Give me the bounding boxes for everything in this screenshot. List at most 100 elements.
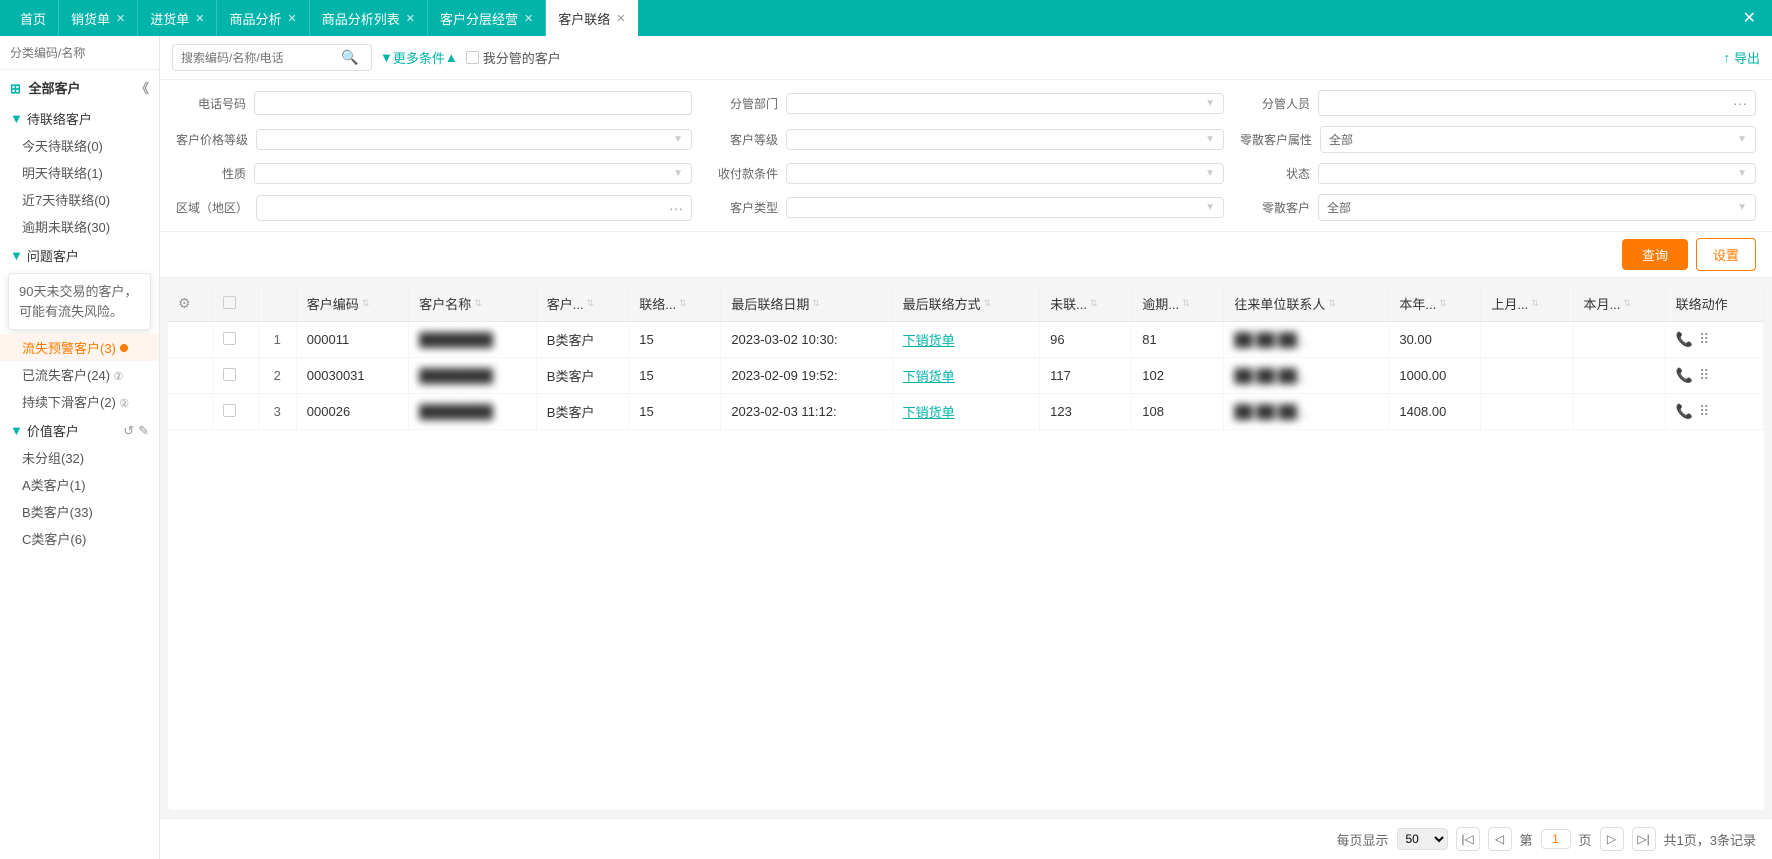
col-last-month[interactable]: 上月... ⇅ xyxy=(1481,286,1573,322)
col-code[interactable]: 客户编码 ⇅ xyxy=(296,286,409,322)
tab-purchase[interactable]: 进货单 ✕ xyxy=(138,0,217,36)
value-edit-icon[interactable]: ↺ xyxy=(123,423,134,439)
collapse-icon[interactable]: 《 xyxy=(136,78,149,97)
filter-region-select[interactable]: ··· xyxy=(256,195,692,221)
col-uncontacted[interactable]: 未联... ⇅ xyxy=(1040,286,1132,322)
filter-status-select[interactable]: ▼ xyxy=(1318,163,1756,184)
col-overdue[interactable]: 逾期... ⇅ xyxy=(1132,286,1224,322)
region-ellipsis[interactable]: ··· xyxy=(669,200,683,216)
per-page-select[interactable]: 50 20 100 xyxy=(1397,828,1448,850)
manager-ellipsis[interactable]: ··· xyxy=(1733,95,1747,111)
action-more-icon[interactable]: ⠿ xyxy=(1699,331,1709,348)
filter-phone-input[interactable] xyxy=(254,91,692,115)
next-page-button[interactable]: ▷ xyxy=(1600,827,1624,851)
tab-purchase-close[interactable]: ✕ xyxy=(195,12,204,25)
row-checkbox-0[interactable] xyxy=(223,332,236,345)
export-button[interactable]: ↑ 导出 xyxy=(1723,48,1760,67)
sidebar-section-pending[interactable]: ▼ 待联络客户 xyxy=(0,103,159,132)
last-page-button[interactable]: ▷| xyxy=(1632,827,1656,851)
tab-home[interactable]: 首页 xyxy=(8,0,59,36)
action-phone-icon[interactable]: 📞 xyxy=(1676,403,1693,420)
filter-retail-customer: 零散客户 全部 ▼ xyxy=(1240,194,1756,221)
filter-manager-select[interactable]: ··· xyxy=(1318,90,1756,116)
sidebar-item-churned[interactable]: 已流失客户(24) ② xyxy=(0,361,159,388)
header-checkbox[interactable] xyxy=(223,296,236,309)
filter-customer-type: 客户类型 ▼ xyxy=(708,194,1224,221)
sidebar-item-ungrouped[interactable]: 未分组(32) xyxy=(0,444,159,471)
col-checkbox xyxy=(213,286,259,322)
settings-button[interactable]: 设置 xyxy=(1696,238,1756,271)
prev-page-button[interactable]: ◁ xyxy=(1488,827,1512,851)
my-customers-check[interactable] xyxy=(466,51,479,64)
contact-method-link[interactable]: 下销货单 xyxy=(903,333,955,348)
tab-customer-segment[interactable]: 客户分层经营 ✕ xyxy=(428,0,546,36)
row-lm-cell xyxy=(1481,394,1573,430)
query-button[interactable]: 查询 xyxy=(1622,239,1688,270)
tab-customer-contact-close[interactable]: ✕ xyxy=(616,12,625,25)
filter-manager-label: 分管人员 xyxy=(1240,95,1310,112)
sidebar-search-input[interactable] xyxy=(10,46,160,60)
filter-payment-select[interactable]: ▼ xyxy=(786,163,1224,184)
action-more-icon[interactable]: ⠿ xyxy=(1699,367,1709,384)
col-last-contact-method[interactable]: 最后联络方式 ⇅ xyxy=(892,286,1040,322)
retail-attr-dropdown-icon: ▼ xyxy=(1737,134,1747,145)
tab-product-analysis[interactable]: 商品分析 ✕ xyxy=(217,0,309,36)
filter-status: 状态 ▼ xyxy=(1240,163,1756,184)
sidebar-item-declining[interactable]: 持续下滑客户(2) ② xyxy=(0,388,159,415)
filter-retail-attr-label: 零散客户属性 xyxy=(1240,131,1312,148)
filter-ctype-select[interactable]: ▼ xyxy=(786,197,1224,218)
row-checkbox-2[interactable] xyxy=(223,404,236,417)
sidebar-item-class-a[interactable]: A类客户(1) xyxy=(0,471,159,498)
filter-dept-select[interactable]: ▼ xyxy=(786,93,1224,114)
filter-nature-select[interactable]: ▼ xyxy=(254,163,692,184)
filter-retail-select[interactable]: 全部 ▼ xyxy=(1318,194,1756,221)
col-last-contact-date[interactable]: 最后联络日期 ⇅ xyxy=(721,286,892,322)
more-conditions-button[interactable]: ▼ 更多条件 ▲ xyxy=(380,48,458,67)
col-type[interactable]: 客户... ⇅ xyxy=(536,286,628,322)
window-close-button[interactable]: ✕ xyxy=(1735,8,1764,28)
action-phone-icon[interactable]: 📞 xyxy=(1676,367,1693,384)
tab-customer-contact[interactable]: 客户联络 ✕ xyxy=(546,0,638,36)
filter-dept-label: 分管部门 xyxy=(708,95,778,112)
filter-search-icon[interactable]: 🔍 xyxy=(341,49,358,66)
sidebar-section-problem[interactable]: ▼ 问题客户 xyxy=(0,240,159,269)
row-contact-cell: 15 xyxy=(629,358,721,394)
col-this-month[interactable]: 本月... ⇅ xyxy=(1573,286,1665,322)
action-phone-icon[interactable]: 📞 xyxy=(1676,331,1693,348)
tab-product-analysis-close[interactable]: ✕ xyxy=(288,12,297,25)
action-more-icon[interactable]: ⠿ xyxy=(1699,403,1709,420)
tab-sales-close[interactable]: ✕ xyxy=(116,12,125,25)
col-this-year[interactable]: 本年... ⇅ xyxy=(1389,286,1481,322)
row-year-cell: 1000.00 xyxy=(1389,358,1481,394)
first-page-button[interactable]: |◁ xyxy=(1456,827,1480,851)
sidebar-item-tomorrow[interactable]: 明天待联络(1) xyxy=(0,159,159,186)
sort-icon-lm: ⇅ xyxy=(1531,298,1539,309)
col-unit-contact[interactable]: 往来单位联系人 ⇅ xyxy=(1224,286,1389,322)
filter-region-label: 区域（地区） xyxy=(176,199,248,216)
tab-sales[interactable]: 销货单 ✕ xyxy=(59,0,138,36)
tab-product-list-close[interactable]: ✕ xyxy=(406,12,415,25)
contact-method-link[interactable]: 下销货单 xyxy=(903,405,955,420)
sidebar-section-value[interactable]: ▼ 价值客户 ↺ ✎ xyxy=(0,415,159,444)
sidebar-item-7days[interactable]: 近7天待联络(0) xyxy=(0,186,159,213)
page-number-input[interactable] xyxy=(1541,829,1571,849)
filter-clevel-select[interactable]: ▼ xyxy=(786,129,1224,150)
filter-price-select[interactable]: ▼ xyxy=(256,129,692,150)
col-contact[interactable]: 联络... ⇅ xyxy=(629,286,721,322)
sidebar-item-overdue[interactable]: 逾期未联络(30) xyxy=(0,213,159,240)
filter-search-input[interactable] xyxy=(181,51,341,65)
sort-icon-ty: ⇅ xyxy=(1439,298,1447,309)
my-customers-checkbox[interactable]: 我分管的客户 xyxy=(466,48,561,67)
sidebar-item-class-c[interactable]: C类客户(6) xyxy=(0,525,159,552)
table-settings-icon[interactable]: ⚙ xyxy=(178,295,191,311)
contact-method-link[interactable]: 下销货单 xyxy=(903,369,955,384)
filter-retail-attr-select[interactable]: 全部 ▼ xyxy=(1320,126,1756,153)
sidebar-item-churn-warning[interactable]: 流失预警客户(3) xyxy=(0,334,159,361)
tab-product-list[interactable]: 商品分析列表 ✕ xyxy=(310,0,428,36)
col-name[interactable]: 客户名称 ⇅ xyxy=(409,286,536,322)
tab-customer-segment-close[interactable]: ✕ xyxy=(524,12,533,25)
row-checkbox-1[interactable] xyxy=(223,368,236,381)
sidebar-item-class-b[interactable]: B类客户(33) xyxy=(0,498,159,525)
sidebar-item-today[interactable]: 今天待联络(0) xyxy=(0,132,159,159)
value-add-icon[interactable]: ✎ xyxy=(138,423,149,439)
